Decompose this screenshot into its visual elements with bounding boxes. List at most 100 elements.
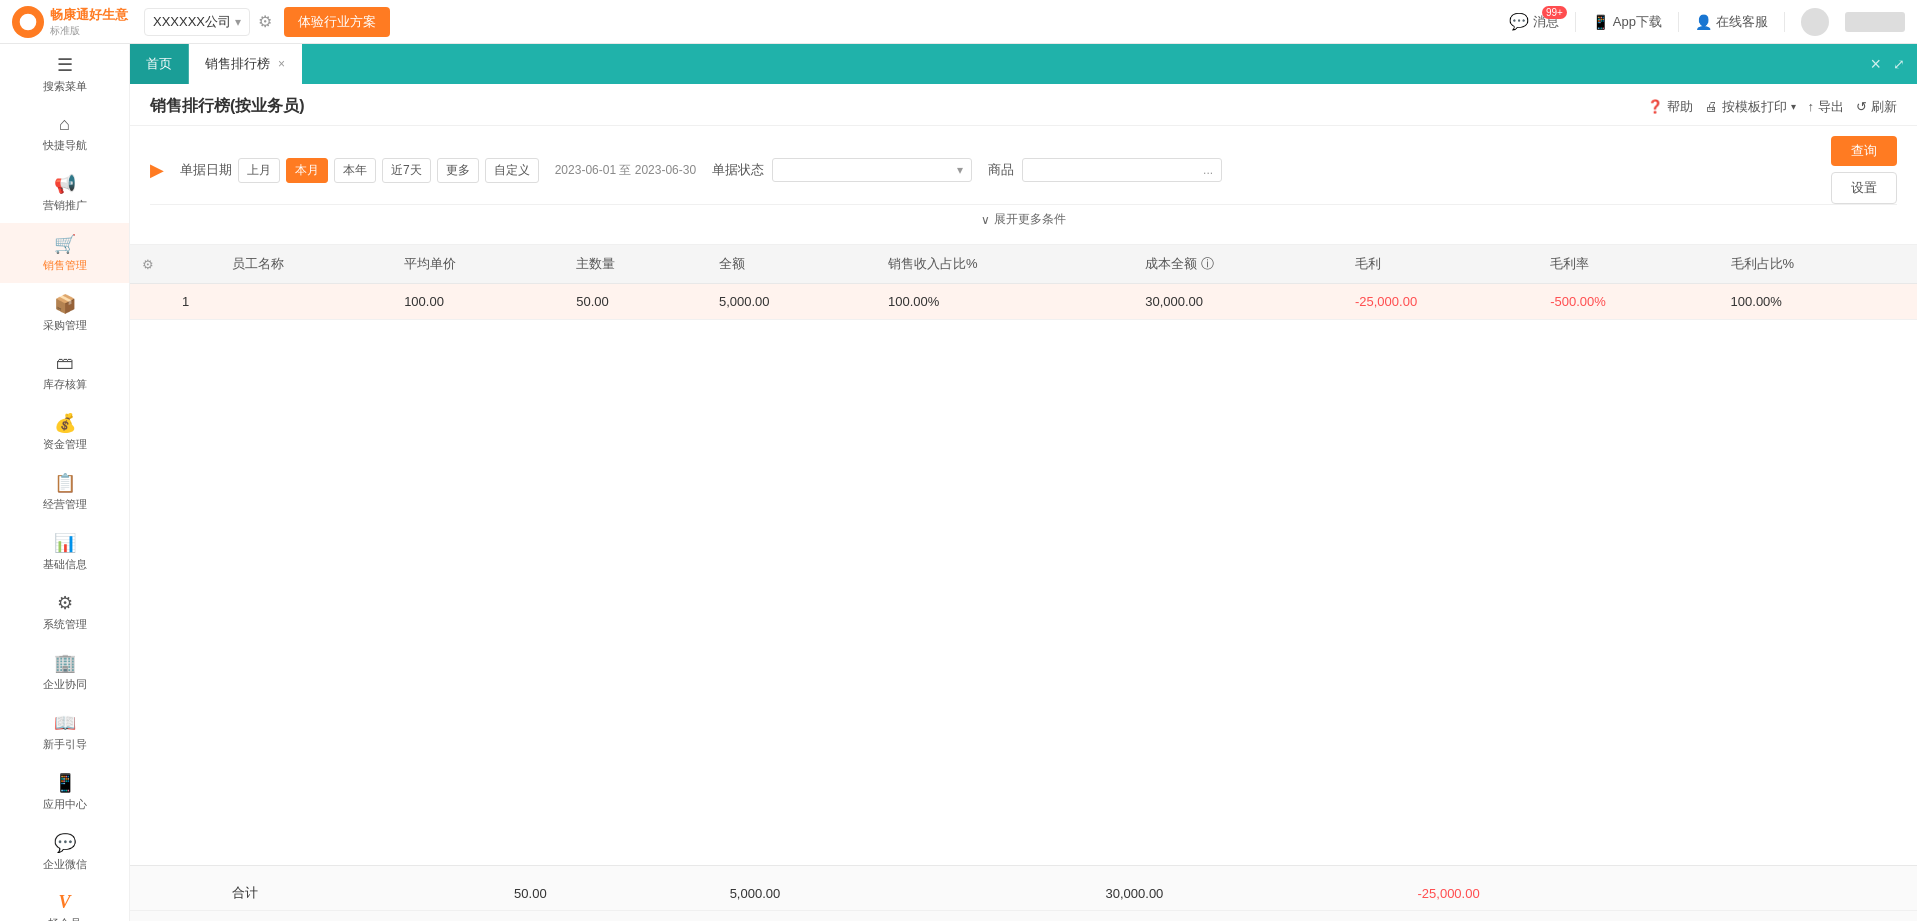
goods-more-icon: ... bbox=[1203, 163, 1213, 177]
col-profit-pct: 毛利占比% bbox=[1719, 245, 1917, 284]
notification-button[interactable]: 💬 消息 99+ bbox=[1509, 12, 1559, 31]
help-icon: ❓ bbox=[1647, 99, 1663, 114]
date-btn-more[interactable]: 更多 bbox=[437, 158, 479, 183]
sidebar-item-member[interactable]: V 畅会员 bbox=[0, 882, 129, 921]
help-button[interactable]: ❓ 帮助 bbox=[1647, 98, 1693, 116]
date-btn-last-month[interactable]: 上月 bbox=[238, 158, 280, 183]
date-btn-custom[interactable]: 自定义 bbox=[485, 158, 539, 183]
date-btn-7days[interactable]: 近7天 bbox=[382, 158, 431, 183]
sidebar-item-guide[interactable]: 📖 新手引导 bbox=[0, 702, 129, 762]
logo-icon bbox=[12, 6, 44, 38]
sidebar-item-enterprise[interactable]: 🏢 企业协同 bbox=[0, 642, 129, 702]
settings-button[interactable]: 设置 bbox=[1831, 172, 1897, 204]
sidebar-item-purchase[interactable]: 📦 采购管理 bbox=[0, 283, 129, 343]
app-download-button[interactable]: 📱 App下载 bbox=[1592, 13, 1662, 31]
gear-settings-icon[interactable]: ⚙ bbox=[258, 12, 272, 31]
row-profit: -25,000.00 bbox=[1343, 284, 1538, 320]
page-actions: ❓ 帮助 🖨 按模板打印 ▾ ↑ 导出 ↺ bbox=[1647, 98, 1898, 116]
expand-down-icon: ∨ bbox=[981, 213, 990, 227]
export-icon: ↑ bbox=[1808, 99, 1815, 114]
expand-more-conditions[interactable]: ∨ 展开更多条件 bbox=[150, 204, 1897, 234]
logo-area: 畅康通好生意 标准版 bbox=[12, 6, 128, 38]
guide-icon: 📖 bbox=[54, 712, 76, 734]
sidebar-item-marketing[interactable]: 📢 营销推广 bbox=[0, 163, 129, 223]
col-amount: 全额 bbox=[707, 245, 876, 284]
divider3 bbox=[1784, 12, 1785, 32]
date-label: 单据日期 bbox=[180, 161, 232, 179]
col-profit: 毛利 bbox=[1343, 245, 1538, 284]
footer-avg-price-cell bbox=[411, 876, 502, 911]
footer-profit: -25,000.00 bbox=[1406, 876, 1734, 911]
status-filter: 单据状态 ▾ bbox=[712, 158, 972, 182]
query-button[interactable]: 查询 bbox=[1831, 136, 1897, 166]
sidebar-item-search[interactable]: ☰ 搜索菜单 bbox=[0, 44, 129, 104]
goods-filter: 商品 ... bbox=[988, 158, 1222, 182]
tab-close-icon[interactable]: × bbox=[278, 57, 285, 71]
tab-restore-icon[interactable]: ⤢ bbox=[1893, 56, 1905, 72]
sidebar: ☰ 搜索菜单 ⌂ 快捷导航 📢 营销推广 🛒 销售管理 📦 采购管理 🗃 库 bbox=[0, 44, 130, 921]
sidebar-item-basic-info[interactable]: 📊 基础信息 bbox=[0, 522, 129, 582]
col-profit-rate: 毛利率 bbox=[1538, 245, 1718, 284]
tab-right-actions: × ⤢ bbox=[1858, 54, 1917, 75]
goods-input[interactable]: ... bbox=[1022, 158, 1222, 182]
wechat-icon: 💬 bbox=[54, 832, 76, 854]
top-bar: 畅康通好生意 标准版 XXXXXX公司 ▾ ⚙ 体验行业方案 💬 消息 99+ … bbox=[0, 0, 1917, 44]
footer-qty: 50.00 bbox=[502, 876, 718, 911]
status-select[interactable]: ▾ bbox=[772, 158, 972, 182]
avatar[interactable] bbox=[1801, 8, 1829, 36]
tab-close-window-icon[interactable]: × bbox=[1870, 54, 1881, 75]
finance-icon: 💰 bbox=[54, 412, 76, 434]
row-sales-pct: 100.00% bbox=[876, 284, 1133, 320]
footer-sales-pct-cell bbox=[1002, 876, 1093, 911]
notification-badge: 99+ bbox=[1542, 6, 1567, 19]
sidebar-item-inventory[interactable]: 🗃 库存核算 bbox=[0, 343, 129, 402]
tab-sales-ranking[interactable]: 销售排行榜 × bbox=[189, 44, 302, 84]
user-name bbox=[1845, 12, 1905, 32]
sidebar-item-finance[interactable]: 💰 资金管理 bbox=[0, 402, 129, 462]
col-avg-price: 平均单价 bbox=[392, 245, 564, 284]
system-icon: ⚙ bbox=[57, 592, 73, 614]
export-button[interactable]: ↑ 导出 bbox=[1808, 98, 1845, 116]
row-qty: 50.00 bbox=[564, 284, 707, 320]
logo-text: 畅康通好生意 标准版 bbox=[50, 6, 128, 38]
date-btn-this-month[interactable]: 本月 bbox=[286, 158, 328, 183]
tab-home[interactable]: 首页 bbox=[130, 44, 189, 84]
table-header-row: ⚙ 员工名称 平均单价 主数量 全额 销售收入占比% 成本全额 ⓘ bbox=[130, 245, 1917, 284]
sidebar-item-system[interactable]: ⚙ 系统管理 bbox=[0, 582, 129, 642]
company-selector[interactable]: XXXXXX公司 ▾ bbox=[144, 8, 250, 36]
data-table: ⚙ 员工名称 平均单价 主数量 全额 销售收入占比% 成本全额 ⓘ bbox=[130, 245, 1917, 320]
date-btn-this-year[interactable]: 本年 bbox=[334, 158, 376, 183]
operation-icon: 📋 bbox=[54, 472, 76, 494]
footer-row: 合计 50.00 5,000.00 30,000.00 -25,000.00 bbox=[130, 876, 1917, 911]
refresh-button[interactable]: ↺ 刷新 bbox=[1856, 98, 1897, 116]
row-settings-cell bbox=[130, 284, 170, 320]
footer-cost: 30,000.00 bbox=[1094, 876, 1406, 911]
top-bar-right: 💬 消息 99+ 📱 App下载 👤 在线客服 bbox=[1509, 8, 1905, 36]
sidebar-item-sales[interactable]: 🛒 销售管理 bbox=[0, 223, 129, 283]
trial-button[interactable]: 体验行业方案 bbox=[284, 7, 390, 37]
online-service-button[interactable]: 👤 在线客服 bbox=[1695, 13, 1768, 31]
member-icon: V bbox=[58, 892, 70, 913]
sidebar-item-operation[interactable]: 📋 经营管理 bbox=[0, 462, 129, 522]
column-settings-icon[interactable]: ⚙ bbox=[142, 257, 154, 272]
row-profit-pct: 100.00% bbox=[1719, 284, 1917, 320]
page-content: 销售排行榜(按业务员) ❓ 帮助 🖨 按模板打印 ▾ ↑ bbox=[130, 84, 1917, 921]
page-header: 销售排行榜(按业务员) ❓ 帮助 🖨 按模板打印 ▾ ↑ bbox=[130, 84, 1917, 126]
sidebar-item-quick-nav[interactable]: ⌂ 快捷导航 bbox=[0, 104, 129, 163]
col-rank bbox=[170, 245, 220, 284]
footer-rank-cell bbox=[170, 876, 220, 911]
sales-icon: 🛒 bbox=[54, 233, 76, 255]
print-dropdown-icon: ▾ bbox=[1791, 101, 1796, 112]
tab-bar: 首页 销售排行榜 × × ⤢ bbox=[130, 44, 1917, 84]
filter-expand-icon[interactable]: ▶ bbox=[150, 159, 164, 181]
sidebar-item-wechat[interactable]: 💬 企业微信 bbox=[0, 822, 129, 882]
sidebar-item-app-center[interactable]: 📱 应用中心 bbox=[0, 762, 129, 822]
col-settings[interactable]: ⚙ bbox=[130, 245, 170, 284]
purchase-icon: 📦 bbox=[54, 293, 76, 315]
enterprise-icon: 🏢 bbox=[54, 652, 76, 674]
row-amount: 5,000.00 bbox=[707, 284, 876, 320]
table-row: 1 100.00 50.00 5,000.00 100.00% 30,000.0… bbox=[130, 284, 1917, 320]
search-menu-icon: ☰ bbox=[57, 54, 73, 76]
print-button[interactable]: 🖨 按模板打印 ▾ bbox=[1705, 98, 1796, 116]
date-filter: 单据日期 上月 本月 本年 近7天 更多 自定义 bbox=[180, 158, 539, 183]
